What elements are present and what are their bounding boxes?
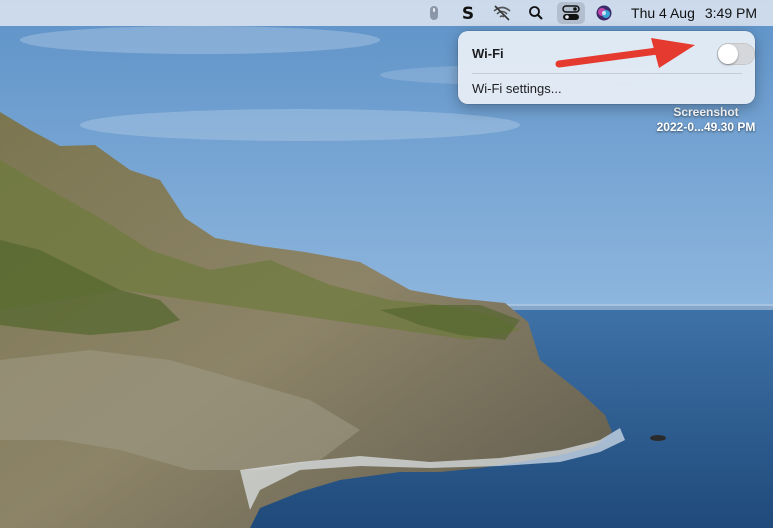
desktop-file-name-line1: Screenshot [673,105,739,119]
wifi-off-icon[interactable] [487,2,517,24]
svg-text:S: S [462,4,474,22]
wifi-settings-link[interactable]: Wi-Fi settings... [472,81,562,96]
siri-icon[interactable] [589,2,619,24]
scroll-indicator-icon[interactable] [419,2,449,24]
desktop-file-screenshot[interactable]: Screenshot 2022-0...49.30 PM [620,105,773,135]
desktop: S Thu 4 Aug 3:49 PM Screenshot 2022-0...… [0,0,773,528]
wifi-toggle[interactable] [717,43,755,65]
menu-bar-date[interactable]: Thu 4 Aug [631,2,695,24]
wifi-title: Wi-Fi [472,46,504,61]
spotlight-search-icon[interactable] [521,2,551,24]
red-arrow-icon [555,38,695,68]
control-centre-icon[interactable] [557,2,586,24]
wifi-toggle-knob [718,44,738,64]
s-app-icon[interactable]: S [453,2,483,24]
desktop-file-name-line2: 2022-0...49.30 PM [656,120,756,134]
menu-bar-time[interactable]: 3:49 PM [705,2,757,24]
menu-bar: S Thu 4 Aug 3:49 PM [0,0,773,26]
